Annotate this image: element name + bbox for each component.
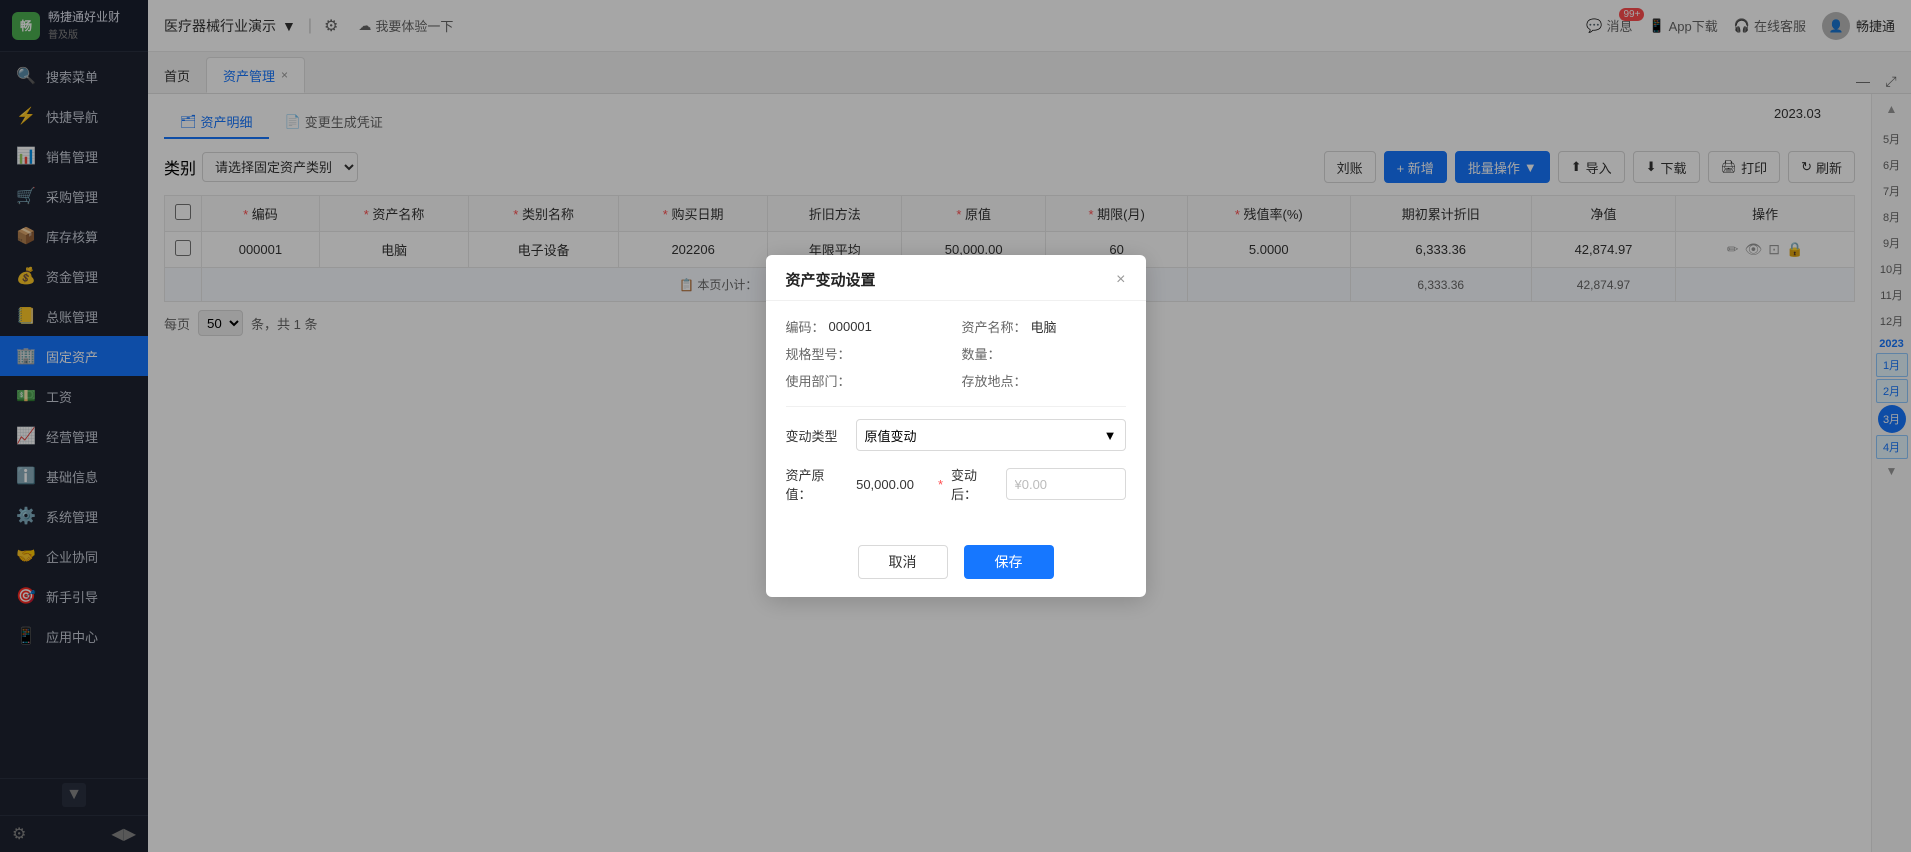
- modal-name-value: 电脑: [1031, 317, 1057, 336]
- modal-divider: [786, 406, 1126, 407]
- modal-body: 编码： 000001 资产名称： 电脑 规格型号： 数量： 使用部门：: [766, 301, 1146, 533]
- modal-required-mark: *: [938, 477, 943, 492]
- modal-change-type-select[interactable]: 原值变动 ▼: [856, 419, 1126, 451]
- modal-code-label: 编码：: [786, 317, 825, 336]
- modal-close-btn[interactable]: ×: [1116, 271, 1125, 289]
- asset-change-modal: 资产变动设置 × 编码： 000001 资产名称： 电脑 规格型号： 数量：: [766, 255, 1146, 597]
- modal-change-type-dropdown-icon: ▼: [1104, 428, 1117, 443]
- modal-after-input[interactable]: [1006, 468, 1126, 500]
- modal-change-type-row: 变动类型 原值变动 ▼: [786, 419, 1126, 451]
- modal-code-field: 编码： 000001: [786, 317, 950, 336]
- modal-quantity-label: 数量：: [962, 344, 1001, 363]
- modal-department-label: 使用部门：: [786, 371, 851, 390]
- modal-overlay[interactable]: 资产变动设置 × 编码： 000001 资产名称： 电脑 规格型号： 数量：: [0, 0, 1911, 852]
- modal-location-field: 存放地点：: [962, 371, 1126, 390]
- modal-change-type-value: 原值变动: [865, 426, 917, 445]
- modal-info-grid: 编码： 000001 资产名称： 电脑 规格型号： 数量： 使用部门：: [786, 317, 1126, 390]
- modal-footer: 取消 保存: [766, 533, 1146, 597]
- modal-cancel-btn[interactable]: 取消: [858, 545, 948, 579]
- modal-title: 资产变动设置: [786, 269, 876, 290]
- modal-location-label: 存放地点：: [962, 371, 1027, 390]
- modal-code-value: 000001: [829, 319, 872, 334]
- modal-quantity-field: 数量：: [962, 344, 1126, 363]
- modal-asset-name-field: 资产名称： 电脑: [962, 317, 1126, 336]
- modal-asset-value-row: 资产原值： 50,000.00 * 变动后：: [786, 465, 1126, 503]
- modal-asset-value: 50,000.00: [856, 477, 914, 492]
- modal-header: 资产变动设置 ×: [766, 255, 1146, 301]
- modal-save-btn[interactable]: 保存: [964, 545, 1054, 579]
- modal-spec-label: 规格型号：: [786, 344, 851, 363]
- modal-department-field: 使用部门：: [786, 371, 950, 390]
- modal-after-label: 变动后：: [951, 465, 998, 503]
- modal-spec-field: 规格型号：: [786, 344, 950, 363]
- modal-name-label: 资产名称：: [962, 317, 1027, 336]
- modal-asset-value-label: 资产原值：: [786, 465, 849, 503]
- modal-change-type-label: 变动类型: [786, 426, 856, 445]
